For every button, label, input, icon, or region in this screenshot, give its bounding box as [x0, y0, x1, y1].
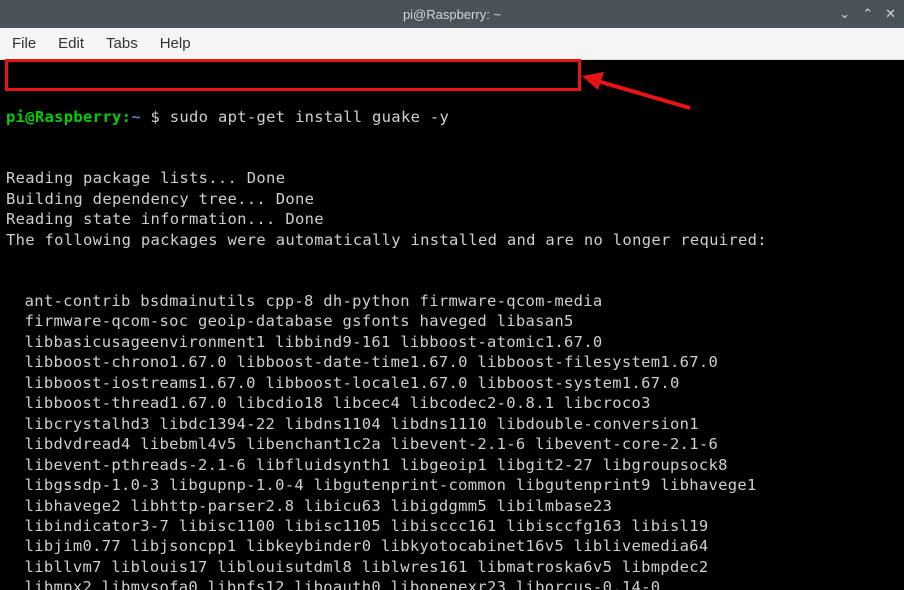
- prompt-line: pi@Raspberry:~ $ sudo apt-get install gu…: [6, 107, 898, 127]
- package-line: libindicator3-7 libisc1100 libisc1105 li…: [6, 516, 898, 536]
- minimize-icon[interactable]: ⌄: [839, 6, 850, 22]
- package-line: libdvdread4 libebml4v5 libenchant1c2a li…: [6, 434, 898, 454]
- window-controls: ⌄ ⌃ ✕: [839, 6, 896, 22]
- package-line: firmware-qcom-soc geoip-database gsfonts…: [6, 311, 898, 331]
- package-line: libboost-thread1.67.0 libcdio18 libcec4 …: [6, 393, 898, 413]
- output-line: Reading package lists... Done: [6, 168, 898, 188]
- prompt-user: pi@Raspberry: [6, 108, 122, 126]
- menubar: File Edit Tabs Help: [0, 28, 904, 60]
- package-line: libmpx2 libmysofa0 libnfs12 liboauth0 li…: [6, 577, 898, 590]
- menu-help[interactable]: Help: [160, 35, 191, 52]
- window-titlebar: pi@Raspberry: ~ ⌄ ⌃ ✕: [0, 0, 904, 28]
- package-line: libbasicusageenvironment1 libbind9-161 l…: [6, 332, 898, 352]
- prompt-sep: :: [122, 108, 132, 126]
- output-line: The following packages were automaticall…: [6, 230, 898, 250]
- menu-edit[interactable]: Edit: [58, 35, 84, 52]
- maximize-icon[interactable]: ⌃: [862, 6, 873, 22]
- window-title: pi@Raspberry: ~: [403, 7, 501, 22]
- terminal-output[interactable]: pi@Raspberry:~ $ sudo apt-get install gu…: [0, 60, 904, 590]
- package-line: libllvm7 liblouis17 liblouisutdml8 liblw…: [6, 557, 898, 577]
- prompt-dollar: $: [141, 108, 170, 126]
- package-line: ant-contrib bsdmainutils cpp-8 dh-python…: [6, 291, 898, 311]
- prompt-path: ~: [131, 108, 141, 126]
- close-icon[interactable]: ✕: [885, 6, 896, 22]
- command-text: sudo apt-get install guake -y: [170, 108, 449, 126]
- package-line: libevent-pthreads-2.1-6 libfluidsynth1 l…: [6, 455, 898, 475]
- package-line: libhavege2 libhttp-parser2.8 libicu63 li…: [6, 496, 898, 516]
- output-line: Reading state information... Done: [6, 209, 898, 229]
- package-line: libgssdp-1.0-3 libgupnp-1.0-4 libgutenpr…: [6, 475, 898, 495]
- menu-tabs[interactable]: Tabs: [106, 35, 138, 52]
- package-line: libjim0.77 libjsoncpp1 libkeybinder0 lib…: [6, 536, 898, 556]
- package-line: libcrystalhd3 libdc1394-22 libdns1104 li…: [6, 414, 898, 434]
- package-line: libboost-chrono1.67.0 libboost-date-time…: [6, 352, 898, 372]
- menu-file[interactable]: File: [12, 35, 36, 52]
- package-line: libboost-iostreams1.67.0 libboost-locale…: [6, 373, 898, 393]
- output-line: Building dependency tree... Done: [6, 189, 898, 209]
